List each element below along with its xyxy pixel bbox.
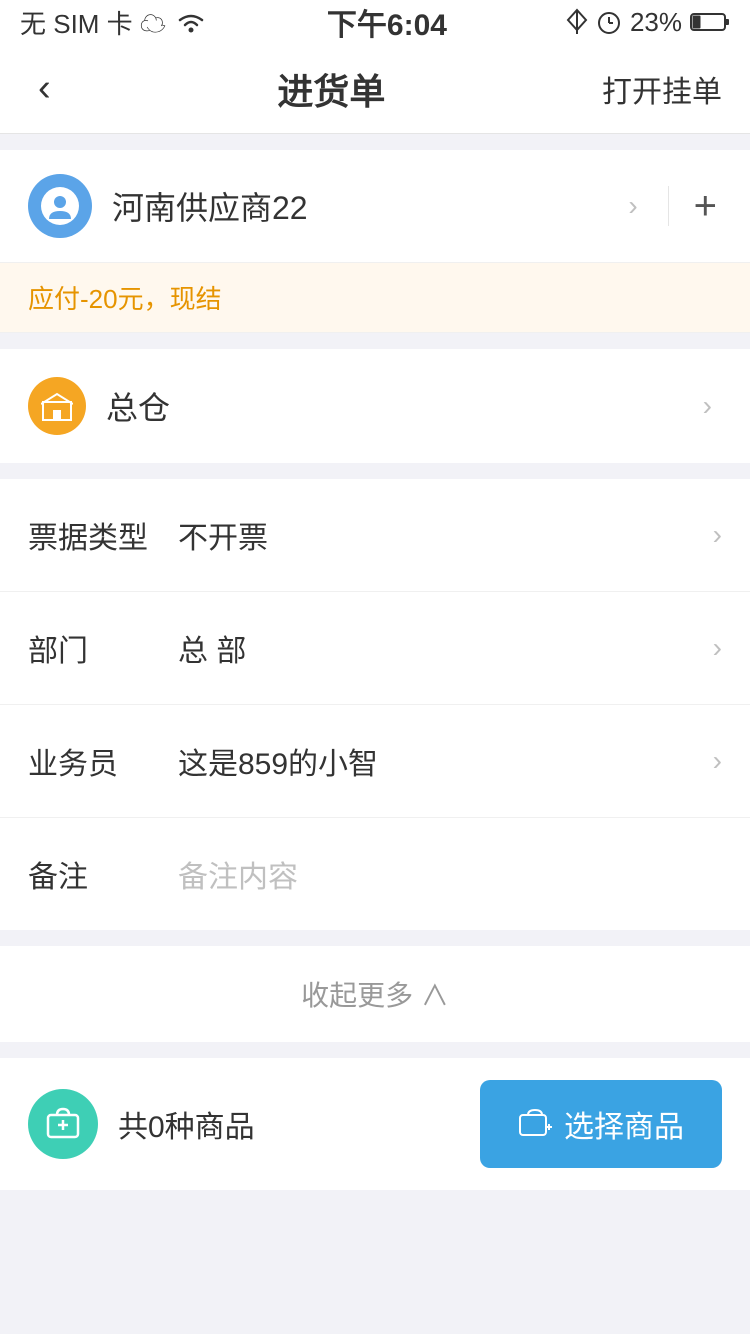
invoice-value: 不开票	[148, 513, 713, 557]
status-bar: 无 SIM 卡 ☁ 下午6:04 23%	[0, 0, 750, 44]
status-right: 23%	[566, 7, 730, 38]
invoice-row[interactable]: 票据类型 不开票 ›	[0, 479, 750, 592]
cart-icon	[44, 1105, 82, 1143]
vertical-divider	[668, 186, 669, 226]
warehouse-row[interactable]: 总仓 ›	[0, 349, 750, 463]
product-count: 共0种商品	[118, 1102, 480, 1146]
invoice-chevron-icon: ›	[713, 519, 722, 551]
status-time: 下午6:04	[327, 0, 447, 44]
status-left: 无 SIM 卡 ☁	[20, 4, 208, 41]
select-cart-icon	[518, 1107, 552, 1141]
sim-label: 无 SIM 卡 ☁	[20, 4, 166, 41]
bottom-bar: 共0种商品 选择商品	[0, 1058, 750, 1190]
supplier-card: 河南供应商22 › + 应付-20元，现结	[0, 150, 750, 333]
warehouse-chevron-icon: ›	[703, 390, 712, 422]
supplier-row[interactable]: 河南供应商22 › +	[0, 150, 750, 263]
dept-label: 部门	[28, 626, 148, 670]
dept-value: 总 部	[148, 626, 713, 670]
salesman-chevron-icon: ›	[713, 745, 722, 777]
add-supplier-button[interactable]: +	[689, 179, 722, 234]
form-card: 票据类型 不开票 › 部门 总 部 › 业务员 这是859的小智 › 备注 备注…	[0, 479, 750, 930]
salesman-row[interactable]: 业务员 这是859的小智 ›	[0, 705, 750, 818]
salesman-value: 这是859的小智	[148, 739, 713, 783]
dept-row[interactable]: 部门 总 部 ›	[0, 592, 750, 705]
battery-icon	[690, 11, 730, 33]
nav-bar: ‹ 进货单 打开挂单	[0, 44, 750, 134]
remark-input[interactable]: 备注内容	[148, 852, 722, 896]
page-title: 进货单	[277, 63, 385, 115]
supplier-name: 河南供应商22	[112, 183, 628, 229]
cart-icon-wrap	[28, 1089, 98, 1159]
avatar-icon	[41, 187, 79, 225]
warehouse-card[interactable]: 总仓 ›	[0, 349, 750, 463]
invoice-label: 票据类型	[28, 513, 148, 557]
salesman-label: 业务员	[28, 739, 148, 783]
dept-chevron-icon: ›	[713, 632, 722, 664]
open-pending-button[interactable]: 打开挂单	[602, 67, 722, 111]
select-product-label: 选择商品	[564, 1102, 684, 1146]
back-button[interactable]: ‹	[28, 57, 61, 120]
alert-banner: 应付-20元，现结	[0, 263, 750, 333]
alarm-icon	[596, 8, 622, 36]
remark-label: 备注	[28, 852, 148, 896]
supplier-avatar	[28, 174, 92, 238]
battery-label: 23%	[630, 7, 682, 38]
content-area: 河南供应商22 › + 应付-20元，现结 总仓 › 票据类型 不开票 ›	[0, 134, 750, 1190]
warehouse-icon	[28, 377, 86, 435]
select-product-button[interactable]: 选择商品	[480, 1080, 722, 1168]
wifi-icon	[174, 10, 208, 34]
location-icon	[566, 8, 588, 36]
supplier-chevron-icon: ›	[628, 190, 637, 222]
remark-row[interactable]: 备注 备注内容	[0, 818, 750, 930]
warehouse-name: 总仓	[106, 383, 703, 429]
collapse-button[interactable]: 收起更多 ∧	[0, 946, 750, 1042]
